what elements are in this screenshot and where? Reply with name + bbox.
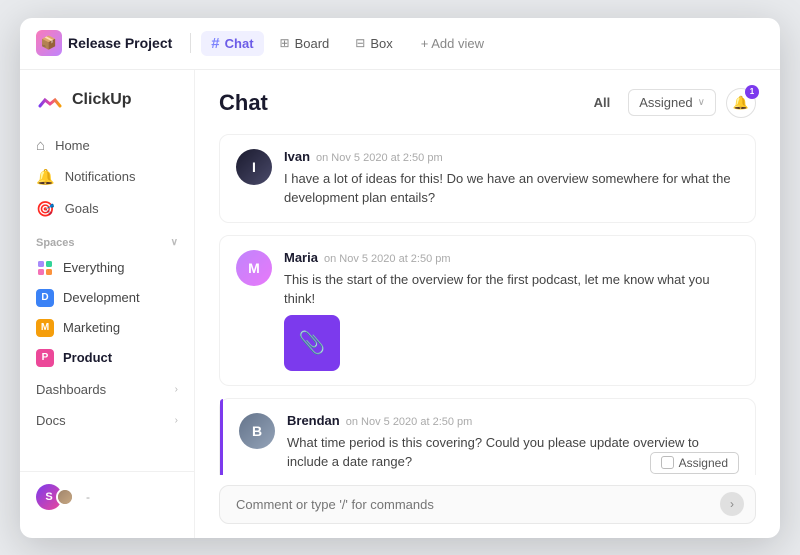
add-view-label: + Add view (421, 36, 484, 51)
message-ivan: I Ivan on Nov 5 2020 at 2:50 pm I have a… (219, 134, 756, 223)
spaces-chevron-icon[interactable]: ∨ (171, 237, 178, 248)
send-button[interactable]: › (720, 492, 744, 516)
board-icon: ⊞ (280, 36, 290, 50)
sidebar-item-marketing[interactable]: M Marketing (20, 313, 194, 343)
logo-text: ClickUp (72, 91, 132, 109)
filter-all-button[interactable]: All (586, 90, 619, 115)
attachment-icon: 📎 (298, 330, 325, 356)
project-title: Release Project (68, 35, 172, 51)
sidebar-item-home[interactable]: ⌂ Home (20, 130, 194, 161)
send-icon: › (730, 497, 734, 511)
tab-box[interactable]: ⊟ Box (345, 32, 402, 55)
sidebar-item-dashboards[interactable]: Dashboards › (20, 375, 194, 404)
sidebar-item-everything[interactable]: Everything (20, 253, 194, 283)
tab-box-label: Box (370, 36, 392, 51)
tab-board[interactable]: ⊞ Board (270, 32, 340, 55)
dashboards-chevron-icon: › (175, 384, 178, 395)
box-icon: ⊟ (355, 36, 365, 50)
maria-time: on Nov 5 2020 at 2:50 pm (324, 253, 451, 265)
docs-chevron-icon: › (175, 415, 178, 426)
bell-icon: 🔔 (36, 168, 55, 186)
divider (190, 33, 191, 53)
marketing-label: Marketing (63, 320, 120, 335)
tab-chat-label: Chat (225, 36, 254, 51)
filter-assigned-button[interactable]: Assigned ∨ (628, 89, 716, 116)
maria-meta: Maria on Nov 5 2020 at 2:50 pm (284, 250, 739, 265)
assigned-checkbox[interactable] (661, 456, 674, 469)
clickup-logo-icon (36, 86, 64, 114)
message-maria: M Maria on Nov 5 2020 at 2:50 pm This is… (219, 235, 756, 386)
ivan-avatar: I (236, 149, 272, 185)
ivan-message-body: Ivan on Nov 5 2020 at 2:50 pm I have a l… (284, 149, 739, 208)
sidebar-logo: ClickUp (20, 86, 194, 130)
messages-area: I Ivan on Nov 5 2020 at 2:50 pm I have a… (195, 130, 780, 475)
app-window: 📦 Release Project # Chat ⊞ Board ⊟ Box +… (20, 18, 780, 538)
sidebar-user[interactable]: S - (20, 471, 194, 522)
main-layout: ClickUp ⌂ Home 🔔 Notifications 🎯 Goals S… (20, 70, 780, 538)
marketing-dot: M (36, 319, 54, 337)
product-dot: P (36, 349, 54, 367)
brendan-left-bar (220, 399, 223, 475)
sidebar-notifications-label: Notifications (65, 169, 136, 184)
chat-title: Chat (219, 90, 268, 116)
filter-assigned-label: Assigned (639, 95, 692, 110)
maria-text: This is the start of the overview for th… (284, 270, 739, 309)
spaces-label: Spaces (36, 237, 75, 249)
maria-attachment: 📎 (284, 315, 340, 371)
notification-bell-button[interactable]: 🔔 1 (726, 88, 756, 118)
content-area: Chat All Assigned ∨ 🔔 1 (195, 70, 780, 538)
sidebar-item-development[interactable]: D Development (20, 283, 194, 313)
ivan-time: on Nov 5 2020 at 2:50 pm (316, 152, 443, 164)
notification-badge: 1 (745, 85, 759, 99)
assigned-label: Assigned (679, 456, 728, 470)
sidebar-item-product[interactable]: P Product (20, 343, 194, 373)
comment-input-wrapper: › (219, 485, 756, 524)
sidebar-item-goals[interactable]: 🎯 Goals (20, 193, 194, 225)
product-label: Product (63, 350, 112, 365)
content-header: Chat All Assigned ∨ 🔔 1 (195, 70, 780, 130)
home-icon: ⌂ (36, 137, 45, 154)
sidebar-item-docs[interactable]: Docs › (20, 406, 194, 435)
comment-bar: › (195, 475, 780, 538)
assigned-button[interactable]: Assigned (650, 452, 739, 474)
comment-input[interactable] (219, 485, 756, 524)
brendan-time: on Nov 5 2020 at 2:50 pm (346, 416, 473, 428)
project-icon: 📦 (36, 30, 62, 56)
top-bar: 📦 Release Project # Chat ⊞ Board ⊟ Box +… (20, 18, 780, 70)
maria-avatar: M (236, 250, 272, 286)
brendan-avatar: B (239, 413, 275, 449)
chat-hash-icon: # (211, 35, 219, 52)
sidebar-goals-label: Goals (65, 201, 99, 216)
maria-message-body: Maria on Nov 5 2020 at 2:50 pm This is t… (284, 250, 739, 371)
message-brendan: B Brendan on Nov 5 2020 at 2:50 pm What … (219, 398, 756, 475)
user-avatar-group: S (36, 484, 74, 510)
brendan-author: Brendan (287, 413, 340, 428)
add-view-button[interactable]: + Add view (411, 32, 494, 55)
sidebar-home-label: Home (55, 138, 90, 153)
dashboards-label: Dashboards (36, 382, 106, 397)
ivan-meta: Ivan on Nov 5 2020 at 2:50 pm (284, 149, 739, 164)
spaces-section: Spaces ∨ (20, 225, 194, 253)
docs-label: Docs (36, 413, 66, 428)
header-right: All Assigned ∨ 🔔 1 (586, 88, 756, 118)
goals-icon: 🎯 (36, 200, 55, 218)
tab-chat[interactable]: # Chat (201, 31, 263, 56)
sidebar: ClickUp ⌂ Home 🔔 Notifications 🎯 Goals S… (20, 70, 195, 538)
filter-assigned-chevron-icon: ∨ (698, 97, 705, 108)
maria-author: Maria (284, 250, 318, 265)
development-dot: D (36, 289, 54, 307)
ivan-author: Ivan (284, 149, 310, 164)
everything-icon (36, 259, 54, 277)
user-avatar-secondary (56, 488, 74, 506)
development-label: Development (63, 290, 140, 305)
ivan-text: I have a lot of ideas for this! Do we ha… (284, 169, 739, 208)
tab-board-label: Board (295, 36, 330, 51)
user-dash: - (86, 490, 90, 504)
everything-label: Everything (63, 260, 124, 275)
sidebar-item-notifications[interactable]: 🔔 Notifications (20, 161, 194, 193)
brendan-meta: Brendan on Nov 5 2020 at 2:50 pm (287, 413, 739, 428)
